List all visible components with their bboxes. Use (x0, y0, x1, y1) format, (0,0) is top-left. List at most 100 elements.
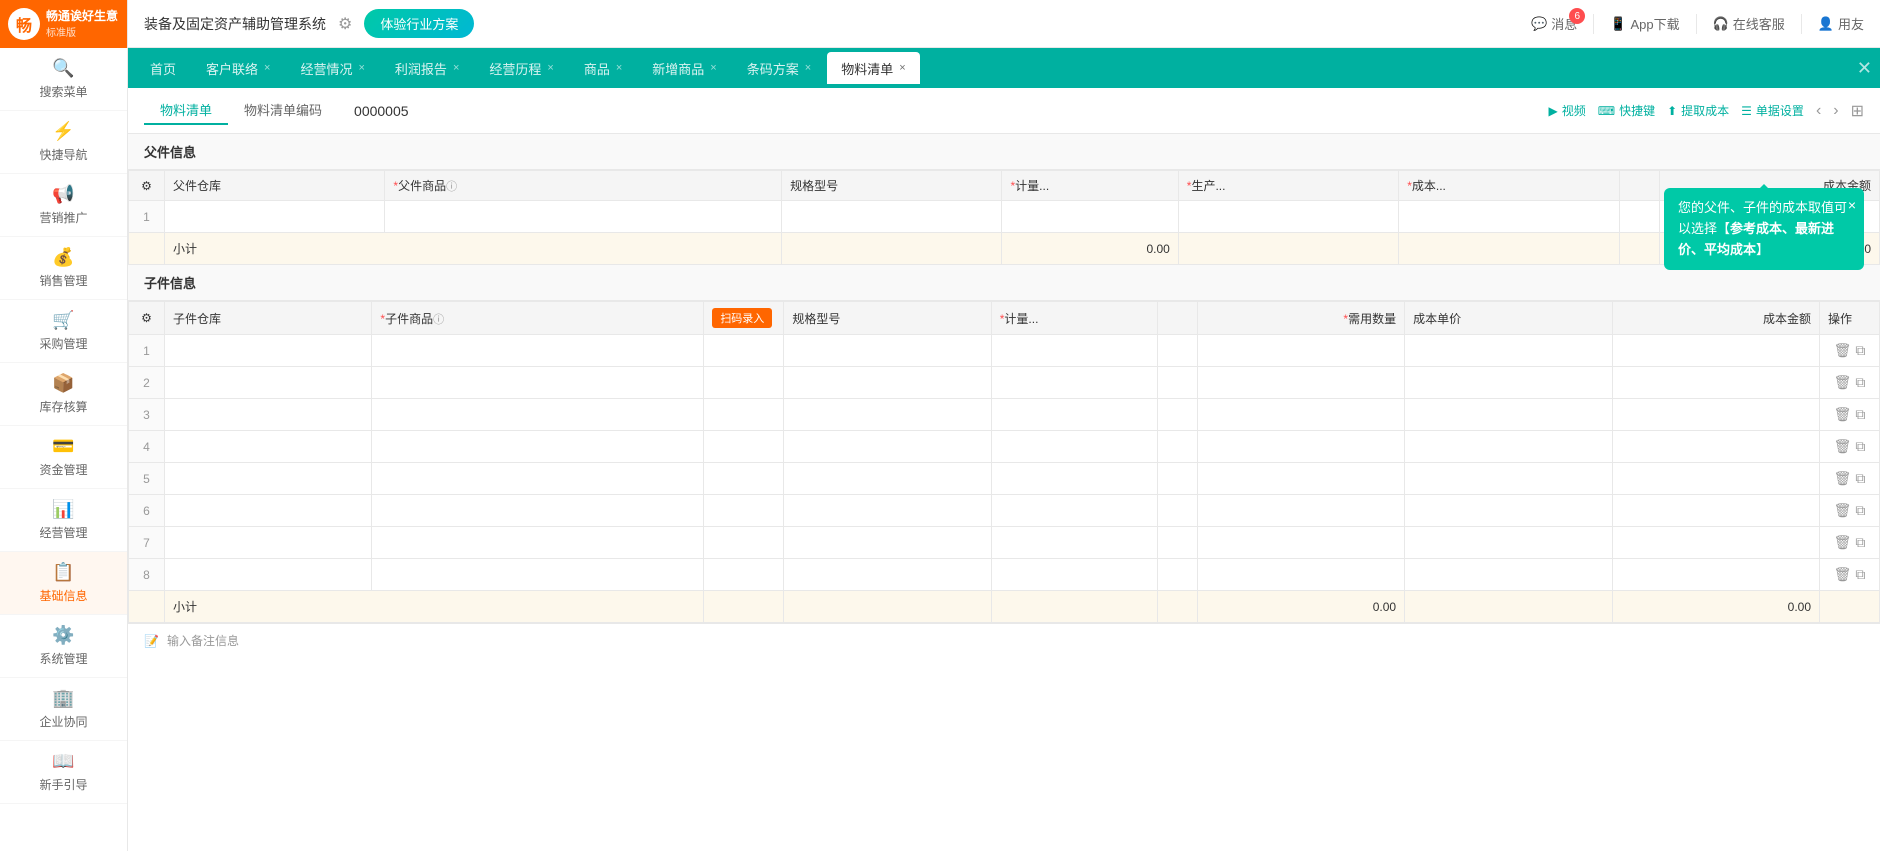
child-cell-qty-5[interactable] (1197, 463, 1404, 495)
child-cell-unit-cost-7[interactable] (1405, 527, 1612, 559)
child-cell-warehouse-7[interactable] (165, 527, 372, 559)
tab-customers[interactable]: 客户联络 × (192, 52, 284, 84)
tab-bom-close[interactable]: × (899, 62, 905, 74)
child-cell-spec-5[interactable] (784, 463, 991, 495)
child-cell-product-2[interactable] (372, 367, 704, 399)
sidebar-item-purchase[interactable]: 🛒 采购管理 (0, 300, 127, 363)
child-cell-warehouse-3[interactable] (165, 399, 372, 431)
child-cell-qty-4[interactable] (1197, 431, 1404, 463)
delete-icon-4[interactable]: 🗑 (1834, 438, 1852, 455)
sidebar-item-marketing[interactable]: 📢 营销推广 (0, 174, 127, 237)
tab-barcode[interactable]: 条码方案 × (733, 52, 825, 84)
tooltip-close-icon[interactable]: × (1848, 194, 1856, 216)
child-cell-unit-2[interactable] (991, 367, 1157, 399)
child-cell-warehouse-2[interactable] (165, 367, 372, 399)
child-cell-product-4[interactable] (372, 431, 704, 463)
child-cell-qty-1[interactable] (1197, 335, 1404, 367)
delete-icon-3[interactable]: 🗑 (1834, 406, 1852, 423)
child-cell-unit-7[interactable] (991, 527, 1157, 559)
tab-barcode-close[interactable]: × (805, 62, 811, 74)
tab-goods[interactable]: 商品 × (570, 52, 636, 84)
delete-icon-1[interactable]: 🗑 (1834, 342, 1852, 359)
nav-prev-icon[interactable]: ‹ (1816, 102, 1821, 120)
sidebar-item-quick-nav[interactable]: ⚡ 快捷导航 (0, 111, 127, 174)
tab-new-goods[interactable]: 新增商品 × (638, 52, 730, 84)
child-cell-qty-7[interactable] (1197, 527, 1404, 559)
online-service-action[interactable]: 🎧 在线客服 (1713, 14, 1785, 33)
sidebar-item-search[interactable]: 🔍 搜索菜单 (0, 48, 127, 111)
copy-icon-2[interactable]: ⧉ (1855, 374, 1865, 391)
child-cell-qty-8[interactable] (1197, 559, 1404, 591)
child-cell-unit-1[interactable] (991, 335, 1157, 367)
sidebar-item-enterprise[interactable]: 🏢 企业协同 (0, 678, 127, 741)
child-cell-product-7[interactable] (372, 527, 704, 559)
sub-tab-bom-list[interactable]: 物料清单 (144, 96, 228, 125)
child-cell-spec-4[interactable] (784, 431, 991, 463)
sidebar-item-sales[interactable]: 💰 销售管理 (0, 237, 127, 300)
tab-new-goods-close[interactable]: × (710, 62, 716, 74)
app-download-action[interactable]: 📱 App下载 (1610, 14, 1679, 33)
parent-cell-spec-1[interactable] (782, 201, 1002, 233)
user-action[interactable]: 👤 用友 (1818, 14, 1864, 33)
child-cell-unit-cost-3[interactable] (1405, 399, 1612, 431)
copy-icon-7[interactable]: ⧉ (1855, 534, 1865, 551)
expand-icon[interactable]: ⊞ (1851, 101, 1864, 121)
child-cell-unit-6[interactable] (991, 495, 1157, 527)
parent-cell-cost-1[interactable] (1399, 201, 1619, 233)
delete-icon-7[interactable]: 🗑 (1834, 534, 1852, 551)
delete-icon-2[interactable]: 🗑 (1834, 374, 1852, 391)
child-gear-icon[interactable]: ⚙ (141, 311, 152, 325)
sidebar-item-operations[interactable]: 📊 经营管理 (0, 489, 127, 552)
sidebar-item-basic-info[interactable]: 📋 基础信息 (0, 552, 127, 615)
close-all-tabs-icon[interactable]: ✕ (1857, 58, 1872, 79)
sidebar-item-inventory[interactable]: 📦 库存核算 (0, 363, 127, 426)
child-cell-spec-1[interactable] (784, 335, 991, 367)
tab-goods-close[interactable]: × (616, 62, 622, 74)
tab-customers-close[interactable]: × (264, 62, 270, 74)
child-cell-spec-7[interactable] (784, 527, 991, 559)
child-cell-unit-5[interactable] (991, 463, 1157, 495)
shortcut-action[interactable]: ⌨ 快捷键 (1598, 102, 1655, 119)
tab-operations-close[interactable]: × (358, 62, 364, 74)
child-cell-spec-2[interactable] (784, 367, 991, 399)
parent-cell-unit-1[interactable] (1002, 201, 1178, 233)
child-cell-unit-3[interactable] (991, 399, 1157, 431)
child-cell-unit-cost-2[interactable] (1405, 367, 1612, 399)
child-cell-unit-cost-6[interactable] (1405, 495, 1612, 527)
copy-icon-6[interactable]: ⧉ (1855, 502, 1865, 519)
child-cell-unit-8[interactable] (991, 559, 1157, 591)
child-cell-spec-3[interactable] (784, 399, 991, 431)
sub-tab-bom-code[interactable]: 物料清单编码 (228, 96, 338, 125)
copy-icon-3[interactable]: ⧉ (1855, 406, 1865, 423)
scan-input-button[interactable]: 扫码录入 (712, 308, 772, 328)
child-cell-product-6[interactable] (372, 495, 704, 527)
child-cell-product-3[interactable] (372, 399, 704, 431)
child-cell-warehouse-4[interactable] (165, 431, 372, 463)
settings-icon[interactable]: ⚙ (338, 14, 352, 34)
experience-btn[interactable]: 体验行业方案 (364, 9, 474, 38)
delete-icon-8[interactable]: 🗑 (1834, 566, 1852, 583)
sidebar-item-system[interactable]: ⚙️ 系统管理 (0, 615, 127, 678)
parent-cell-production-1[interactable] (1178, 201, 1398, 233)
tab-home[interactable]: 首页 (136, 52, 190, 84)
child-cell-qty-2[interactable] (1197, 367, 1404, 399)
bottom-hint-text[interactable]: 输入备注信息 (167, 632, 239, 649)
parent-cell-product-1[interactable] (385, 201, 782, 233)
tab-bom[interactable]: 物料清单 × (827, 52, 919, 84)
message-action[interactable]: 💬 消息 6 (1531, 14, 1577, 33)
nav-next-icon[interactable]: › (1833, 102, 1838, 120)
tab-history[interactable]: 经营历程 × (475, 52, 567, 84)
copy-icon-4[interactable]: ⧉ (1855, 438, 1865, 455)
sidebar-item-finance[interactable]: 💳 资金管理 (0, 426, 127, 489)
child-cell-qty-3[interactable] (1197, 399, 1404, 431)
single-settings-action[interactable]: ☰ 单据设置 (1741, 102, 1804, 119)
child-cell-unit-cost-4[interactable] (1405, 431, 1612, 463)
copy-icon-5[interactable]: ⧉ (1855, 470, 1865, 487)
child-cell-unit-cost-1[interactable] (1405, 335, 1612, 367)
tab-profit[interactable]: 利润报告 × (381, 52, 473, 84)
child-cell-unit-cost-5[interactable] (1405, 463, 1612, 495)
delete-icon-6[interactable]: 🗑 (1834, 502, 1852, 519)
child-cell-qty-6[interactable] (1197, 495, 1404, 527)
child-cell-warehouse-1[interactable] (165, 335, 372, 367)
child-cell-spec-6[interactable] (784, 495, 991, 527)
